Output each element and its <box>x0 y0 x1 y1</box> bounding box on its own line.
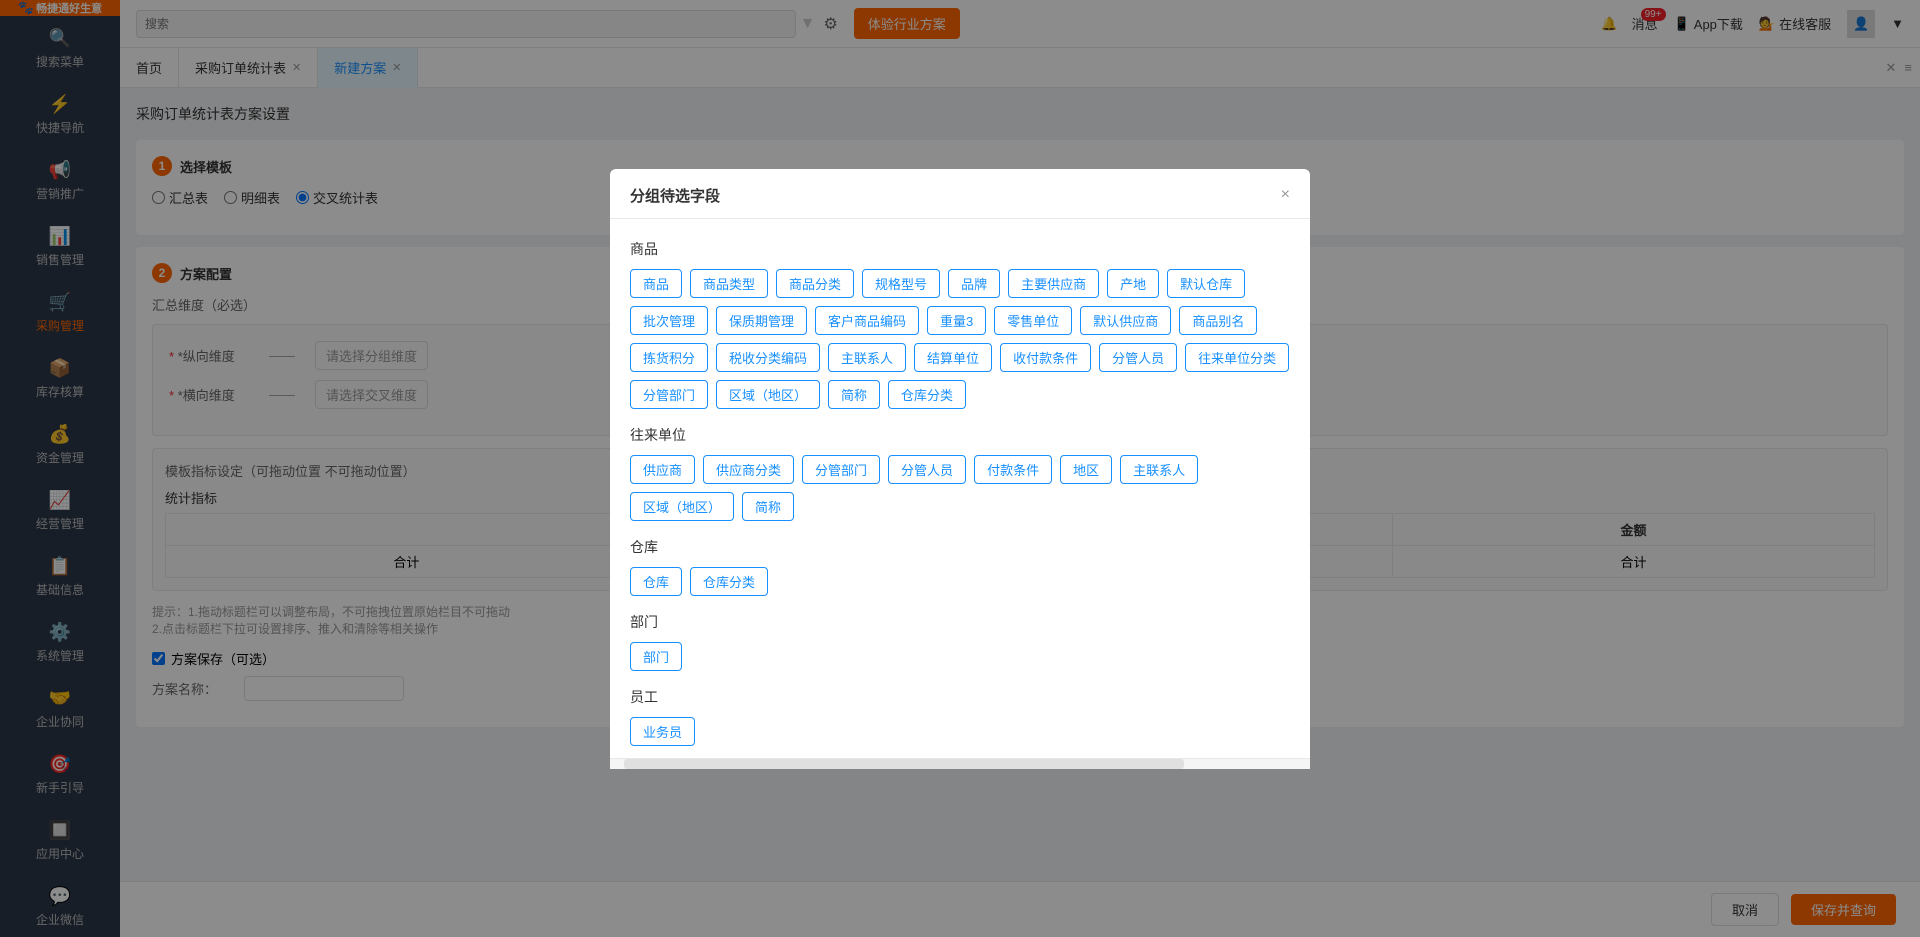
field-tags: 供应商供应商分类分管部门分管人员付款条件地区主联系人区域（地区） 简称 <box>630 455 1290 521</box>
field-tag[interactable]: 主联系人 <box>1120 455 1198 484</box>
field-tag[interactable]: 商品别名 <box>1179 306 1257 335</box>
field-tag[interactable]: 产地 <box>1107 269 1159 298</box>
modal-body: 商品商品商品类型商品分类规格型号品牌主要供应商产地默认仓库批次管理保质期管理客户… <box>610 219 1310 759</box>
field-tags: 仓库仓库分类 <box>630 567 1290 596</box>
field-tag[interactable]: 分管人员 <box>888 455 966 484</box>
field-select-modal: 分组待选字段 × 商品商品商品类型商品分类规格型号品牌主要供应商产地默认仓库批次… <box>610 169 1310 769</box>
field-group-title: 商品 <box>630 239 1290 259</box>
field-tags: 部门 <box>630 642 1290 671</box>
field-tag[interactable]: 默认仓库 <box>1167 269 1245 298</box>
field-tag[interactable]: 收付款条件 <box>1000 343 1091 372</box>
field-tag[interactable]: 客户商品编码 <box>815 306 919 335</box>
field-tag[interactable]: 部门 <box>630 642 682 671</box>
field-tag[interactable]: 商品类型 <box>690 269 768 298</box>
field-tag[interactable]: 商品 <box>630 269 682 298</box>
field-tags: 商品商品类型商品分类规格型号品牌主要供应商产地默认仓库批次管理保质期管理客户商品… <box>630 269 1290 409</box>
field-tag[interactable]: 结算单位 <box>914 343 992 372</box>
field-tag[interactable]: 付款条件 <box>974 455 1052 484</box>
field-tag[interactable]: 商品分类 <box>776 269 854 298</box>
field-tag[interactable]: 往来单位分类 <box>1185 343 1289 372</box>
field-tag[interactable]: 区域（地区） <box>630 492 734 521</box>
field-tag[interactable]: 税收分类编码 <box>716 343 820 372</box>
field-tag[interactable]: 零售单位 <box>994 306 1072 335</box>
field-tag[interactable]: 批次管理 <box>630 306 708 335</box>
field-group-title: 往来单位 <box>630 425 1290 445</box>
modal-title: 分组待选字段 <box>630 185 720 206</box>
field-tag[interactable]: 保质期管理 <box>716 306 807 335</box>
field-tag[interactable]: 分管人员 <box>1099 343 1177 372</box>
field-group-title: 部门 <box>630 612 1290 632</box>
modal-bottom-scroll[interactable] <box>610 758 1310 768</box>
field-tag[interactable]: 主联系人 <box>828 343 906 372</box>
field-tag[interactable]: 区域（地区） <box>716 380 820 409</box>
field-tag[interactable]: 仓库分类 <box>690 567 768 596</box>
field-tag[interactable]: 供应商 <box>630 455 695 484</box>
field-tag[interactable]: 拣货积分 <box>630 343 708 372</box>
field-tag[interactable]: 仓库 <box>630 567 682 596</box>
scroll-track <box>624 759 1184 768</box>
field-tag[interactable]: 规格型号 <box>862 269 940 298</box>
field-tag[interactable]: 简称 <box>828 380 880 409</box>
field-group-title: 员工 <box>630 687 1290 707</box>
modal-header: 分组待选字段 × <box>610 169 1310 219</box>
field-tags: 业务员 <box>630 717 1290 746</box>
field-tag[interactable]: 主要供应商 <box>1008 269 1099 298</box>
field-tag[interactable]: 重量3 <box>927 306 986 335</box>
field-tag[interactable]: 分管部门 <box>802 455 880 484</box>
field-tag[interactable]: 默认供应商 <box>1080 306 1171 335</box>
field-tag[interactable]: 地区 <box>1060 455 1112 484</box>
field-group-title: 仓库 <box>630 537 1290 557</box>
field-tag[interactable]: 分管部门 <box>630 380 708 409</box>
field-tag[interactable]: 品牌 <box>948 269 1000 298</box>
modal-close-icon[interactable]: × <box>1281 186 1290 204</box>
field-tag[interactable]: 供应商分类 <box>703 455 794 484</box>
field-tag[interactable]: 仓库分类 <box>888 380 966 409</box>
field-tag[interactable]: 简称 <box>742 492 794 521</box>
field-tag[interactable]: 业务员 <box>630 717 695 746</box>
